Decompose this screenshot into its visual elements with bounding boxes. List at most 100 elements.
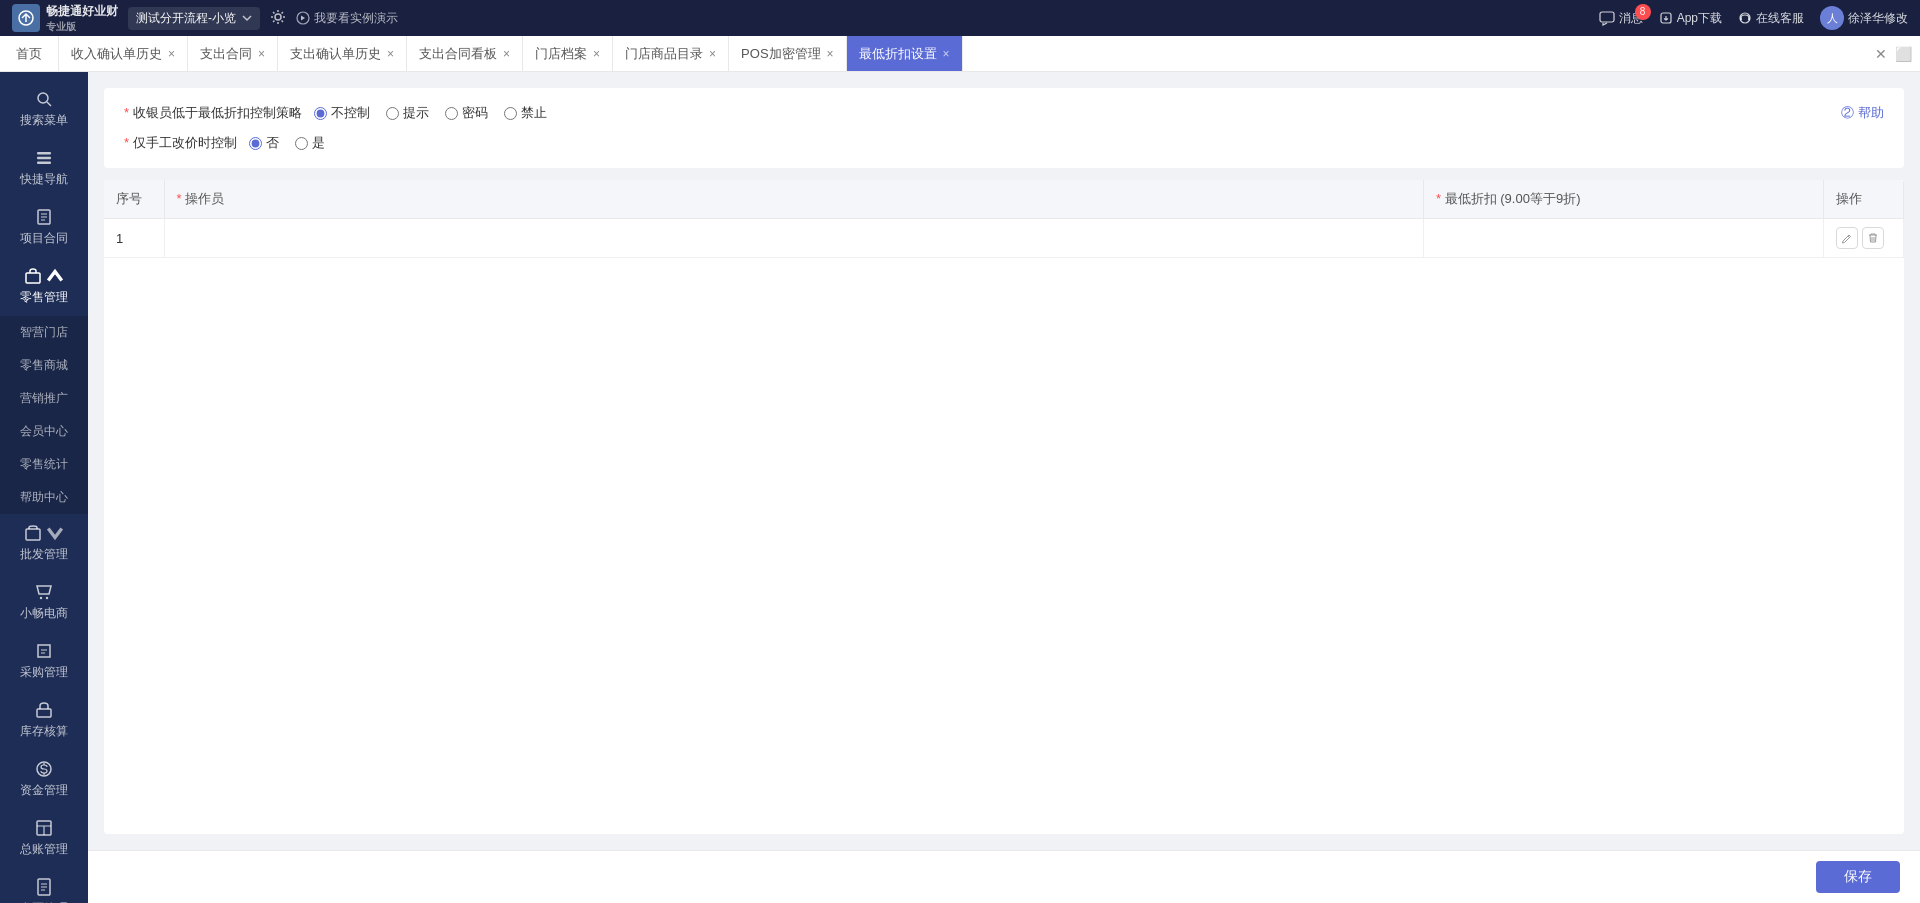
messages-button[interactable]: 消息 8 xyxy=(1599,10,1643,27)
tab-close-store-archive[interactable]: × xyxy=(593,47,600,61)
avatar-icon: 人 xyxy=(1820,6,1844,30)
headset-icon xyxy=(1738,11,1752,25)
table-section: 序号 操作员 最低折扣 (9.00等于9折) 操作 1 xyxy=(104,180,1904,834)
contract-icon xyxy=(35,208,53,226)
discount-strategy-radio-group: 不控制 提示 密码 禁止 xyxy=(314,104,547,122)
delete-row-button[interactable] xyxy=(1862,227,1884,249)
tab-maximize-icon[interactable]: ⬜ xyxy=(1895,46,1912,62)
radio-remind[interactable]: 提示 xyxy=(386,104,429,122)
svg-point-8 xyxy=(38,93,48,103)
tab-pay-confirm[interactable]: 支出确认单历史 × xyxy=(278,36,407,71)
radio-no-control[interactable]: 不控制 xyxy=(314,104,370,122)
sidebar-item-quicknav[interactable]: 快捷导航 xyxy=(0,139,88,198)
retail-icon xyxy=(24,267,42,285)
app-name: 畅捷通好业财 专业版 xyxy=(46,3,118,34)
demo-link[interactable]: 我要看实例演示 xyxy=(296,10,398,27)
svg-point-1 xyxy=(275,14,281,20)
app-download-button[interactable]: App下载 xyxy=(1659,10,1722,27)
discount-strategy-label: 收银员低于最低折扣控制策略 xyxy=(124,104,302,122)
tab-pay-contract[interactable]: 支出合同 × xyxy=(188,36,278,71)
tab-close-pay-contract[interactable]: × xyxy=(258,47,265,61)
radio-forbidden[interactable]: 禁止 xyxy=(504,104,547,122)
form-section: 收银员低于最低折扣控制策略 不控制 提示 密码 xyxy=(104,88,1904,168)
search-icon xyxy=(35,90,53,108)
sidebar-item-marketing[interactable]: 营销推广 xyxy=(0,382,88,415)
tab-pay-board[interactable]: 支出合同看板 × xyxy=(407,36,523,71)
discount-table: 序号 操作员 最低折扣 (9.00等于9折) 操作 1 xyxy=(104,180,1904,258)
tab-close-min-discount[interactable]: × xyxy=(943,47,950,61)
sidebar-item-search[interactable]: 搜索菜单 xyxy=(0,80,88,139)
tab-bar: 首页 收入确认单历史 × 支出合同 × 支出确认单历史 × 支出合同看板 × 门… xyxy=(0,36,1920,72)
nav-icon xyxy=(35,149,53,167)
sidebar-item-ledger[interactable]: 总账管理 xyxy=(0,809,88,868)
svg-rect-14 xyxy=(26,529,40,540)
tab-close-pos-password[interactable]: × xyxy=(827,47,834,61)
tab-pos-password[interactable]: POS加密管理 × xyxy=(729,36,846,71)
svg-point-15 xyxy=(40,597,42,599)
discount-strategy-row: 收银员低于最低折扣控制策略 不控制 提示 密码 xyxy=(124,104,1884,122)
sidebar-item-inventory[interactable]: 库存核算 xyxy=(0,691,88,750)
tab-close-income[interactable]: × xyxy=(168,47,175,61)
purchase-icon xyxy=(35,642,53,660)
project-selector[interactable]: 测试分开流程-小览 xyxy=(128,7,260,30)
arrow-up-icon xyxy=(46,267,64,285)
user-avatar[interactable]: 人 徐泽华修改 xyxy=(1820,6,1908,30)
radio-manual-yes[interactable]: 是 xyxy=(295,134,325,152)
sidebar: 搜索菜单 快捷导航 项目合同 零售管理 智营门店 零售商城 营销推广 会员中心 … xyxy=(0,72,88,903)
sidebar-item-ecommerce[interactable]: 小畅电商 xyxy=(0,573,88,632)
sidebar-item-retail-stats[interactable]: 零售统计 xyxy=(0,448,88,481)
help-link[interactable]: ② 帮助 xyxy=(1841,104,1884,122)
sidebar-item-invoice[interactable]: 发票管理 xyxy=(0,868,88,903)
sidebar-item-member[interactable]: 会员中心 xyxy=(0,415,88,448)
svg-rect-7 xyxy=(1748,18,1750,21)
tab-store-product[interactable]: 门店商品目录 × xyxy=(613,36,729,71)
sidebar-item-project[interactable]: 项目合同 xyxy=(0,198,88,257)
sidebar-item-retail-mall[interactable]: 零售商城 xyxy=(0,349,88,382)
tab-home[interactable]: 首页 xyxy=(0,36,59,71)
tab-store-archive[interactable]: 门店档案 × xyxy=(523,36,613,71)
sidebar-item-help[interactable]: 帮助中心 xyxy=(0,481,88,514)
radio-password[interactable]: 密码 xyxy=(445,104,488,122)
arrow-down-icon xyxy=(46,524,64,542)
col-header-operator: 操作员 xyxy=(164,180,1424,219)
online-service-button[interactable]: 在线客服 xyxy=(1738,10,1804,27)
app-logo: 畅捷通好业财 专业版 xyxy=(12,3,118,34)
sidebar-item-finance[interactable]: 资金管理 xyxy=(0,750,88,809)
invoice-icon xyxy=(35,878,53,896)
tab-controls: ✕ ⬜ xyxy=(1867,36,1920,71)
edit-row-button[interactable] xyxy=(1836,227,1858,249)
inventory-icon xyxy=(35,701,53,719)
sidebar-item-purchase[interactable]: 采购管理 xyxy=(0,632,88,691)
page-content: 收银员低于最低折扣控制策略 不控制 提示 密码 xyxy=(88,72,1920,850)
col-header-action: 操作 xyxy=(1824,180,1904,219)
retail-submenu: 智营门店 零售商城 营销推广 会员中心 零售统计 帮助中心 xyxy=(0,316,88,514)
sidebar-item-wholesale[interactable]: 批发管理 xyxy=(0,514,88,573)
svg-rect-13 xyxy=(26,273,40,283)
demo-icon xyxy=(296,11,310,25)
action-buttons xyxy=(1836,227,1891,249)
settings-icon[interactable] xyxy=(270,9,286,28)
svg-rect-6 xyxy=(1740,18,1742,21)
col-header-discount: 最低折扣 (9.00等于9折) xyxy=(1424,180,1824,219)
radio-manual-no[interactable]: 否 xyxy=(249,134,279,152)
sidebar-item-smart-store[interactable]: 智营门店 xyxy=(0,316,88,349)
tab-close-store-product[interactable]: × xyxy=(709,47,716,61)
logo-icon xyxy=(12,4,40,32)
tab-close-pay-confirm[interactable]: × xyxy=(387,47,394,61)
tab-income-confirm[interactable]: 收入确认单历史 × xyxy=(59,36,188,71)
manual-price-radio-group: 否 是 xyxy=(249,134,325,152)
top-bar-right: 消息 8 App下载 在线客服 人 徐泽华修改 xyxy=(1599,6,1908,30)
download-icon xyxy=(1659,11,1673,25)
message-icon xyxy=(1599,10,1615,26)
sidebar-item-retail[interactable]: 零售管理 xyxy=(0,257,88,316)
tab-close-all-icon[interactable]: ✕ xyxy=(1875,46,1887,62)
page-footer: 保存 xyxy=(88,850,1920,903)
ledger-icon xyxy=(35,819,53,837)
svg-point-16 xyxy=(46,597,48,599)
tab-min-discount[interactable]: 最低折扣设置 × xyxy=(847,36,963,71)
svg-rect-3 xyxy=(1600,12,1614,22)
save-button[interactable]: 保存 xyxy=(1816,861,1900,893)
finance-icon xyxy=(35,760,53,778)
cell-seq: 1 xyxy=(104,219,164,258)
tab-close-pay-board[interactable]: × xyxy=(503,47,510,61)
